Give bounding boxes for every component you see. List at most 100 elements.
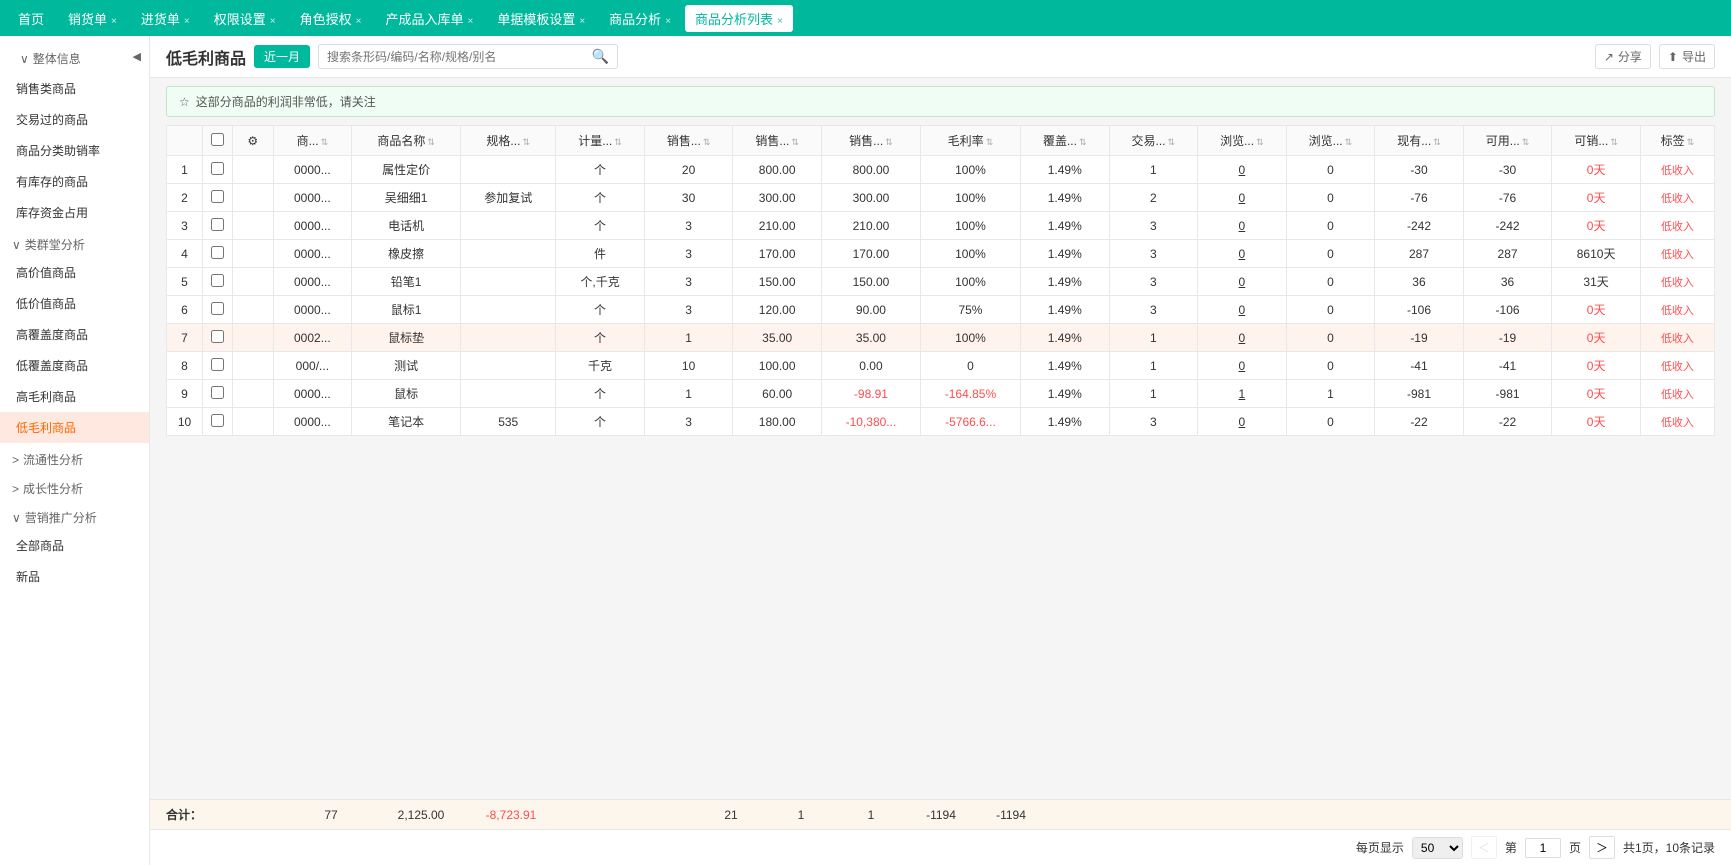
row-checkbox[interactable]	[211, 218, 224, 231]
prev-page-btn[interactable]: ＜	[1471, 836, 1497, 859]
sidebar-group-circulation[interactable]: > 流通性分析	[0, 443, 149, 472]
nav-product-analysis-list[interactable]: 商品分析列表×	[685, 5, 793, 32]
cell-check[interactable]	[203, 268, 233, 296]
cell-check[interactable]	[203, 156, 233, 184]
total-browse2: 1	[836, 808, 906, 822]
cell-browse1[interactable]: 0	[1198, 240, 1287, 268]
cell-browse1[interactable]: 0	[1198, 408, 1287, 436]
chevron-down-icon: ∨	[20, 52, 29, 66]
table-row: 4 0000... 橡皮擦 件 3 170.00 170.00 100% 1.4…	[167, 240, 1715, 268]
cell-current-stock: 287	[1375, 240, 1464, 268]
sidebar-item-low-value[interactable]: 低价值商品	[0, 288, 149, 319]
cell-check[interactable]	[203, 408, 233, 436]
th-settings[interactable]: ⚙	[233, 126, 274, 156]
th-gross-rate[interactable]: 毛利率⇅	[920, 126, 1020, 156]
sidebar-item-stock-capital[interactable]: 库存资金占用	[0, 197, 149, 228]
th-spec[interactable]: 规格...⇅	[461, 126, 556, 156]
sidebar-item-low-coverage[interactable]: 低覆盖度商品	[0, 350, 149, 381]
th-sales-qty[interactable]: 销售...⇅	[644, 126, 733, 156]
th-sales-price[interactable]: 销售...⇅	[733, 126, 822, 156]
page-size-select[interactable]: 50 100 200	[1412, 837, 1463, 859]
nav-purchase[interactable]: 进货单×	[131, 5, 200, 32]
cell-browse1[interactable]: 0	[1198, 156, 1287, 184]
next-page-btn[interactable]: ＞	[1589, 836, 1615, 859]
cell-check[interactable]	[203, 212, 233, 240]
page-number-input[interactable]	[1525, 838, 1561, 858]
sidebar-item-category-rate[interactable]: 商品分类助销率	[0, 135, 149, 166]
th-saleable-stock[interactable]: 可销...⇅	[1552, 126, 1641, 156]
row-checkbox[interactable]	[211, 414, 224, 427]
export-btn[interactable]: ⬆ 导出	[1659, 44, 1715, 69]
cell-tag: 低收入	[1640, 212, 1714, 240]
cell-browse1[interactable]: 0	[1198, 268, 1287, 296]
row-checkbox[interactable]	[211, 190, 224, 203]
sidebar-item-traded-products[interactable]: 交易过的商品	[0, 104, 149, 135]
row-checkbox[interactable]	[211, 246, 224, 259]
nav-close-purchase[interactable]: ×	[184, 16, 190, 27]
cell-browse1[interactable]: 0	[1198, 184, 1287, 212]
th-current-stock[interactable]: 现有...⇅	[1375, 126, 1464, 156]
sidebar-item-high-margin[interactable]: 高毛利商品	[0, 381, 149, 412]
cell-browse1[interactable]: 0	[1198, 212, 1287, 240]
nav-close-product-analysis-list[interactable]: ×	[777, 16, 783, 27]
th-unit[interactable]: 计量...⇅	[556, 126, 645, 156]
nav-role[interactable]: 角色授权×	[290, 5, 372, 32]
th-cover-rate[interactable]: 覆盖...⇅	[1020, 126, 1109, 156]
cell-check[interactable]	[203, 240, 233, 268]
th-browse2[interactable]: 浏览...⇅	[1286, 126, 1375, 156]
nav-template[interactable]: 单据模板设置×	[487, 5, 595, 32]
filter-btn[interactable]: 近一月	[254, 45, 310, 68]
sidebar-item-in-stock[interactable]: 有库存的商品	[0, 166, 149, 197]
row-checkbox[interactable]	[211, 162, 224, 175]
th-name[interactable]: 商品名称⇅	[352, 126, 461, 156]
nav-close-product-analysis[interactable]: ×	[665, 16, 671, 27]
row-checkbox[interactable]	[211, 358, 224, 371]
search-box[interactable]: 🔍	[318, 44, 618, 69]
select-all-checkbox[interactable]	[211, 133, 224, 146]
sidebar-item-high-coverage[interactable]: 高覆盖度商品	[0, 319, 149, 350]
sidebar-collapse-icon[interactable]: ◀	[133, 50, 141, 63]
cell-spec: 535	[461, 408, 556, 436]
nav-close-sales[interactable]: ×	[111, 16, 117, 27]
nav-close-template[interactable]: ×	[579, 16, 585, 27]
nav-home[interactable]: 首页	[8, 5, 54, 32]
row-checkbox[interactable]	[211, 330, 224, 343]
nav-product-entry[interactable]: 产成品入库单×	[375, 5, 483, 32]
sidebar-item-sales-products[interactable]: 销售类商品	[0, 73, 149, 104]
cell-browse1[interactable]: 1	[1198, 380, 1287, 408]
cell-browse1[interactable]: 0	[1198, 324, 1287, 352]
cell-browse1[interactable]: 0	[1198, 296, 1287, 324]
nav-close-permissions[interactable]: ×	[270, 16, 276, 27]
sidebar-item-all-products[interactable]: 全部商品	[0, 530, 149, 561]
th-browse1[interactable]: 浏览...⇅	[1198, 126, 1287, 156]
sidebar-group-growth[interactable]: > 成长性分析	[0, 472, 149, 501]
table-container[interactable]: ⚙ 商...⇅ 商品名称⇅ 规格...⇅ 计量...⇅ 销售...⇅ 销售...…	[150, 125, 1731, 799]
row-checkbox[interactable]	[211, 386, 224, 399]
share-btn[interactable]: ↗ 分享	[1595, 44, 1651, 69]
table-row: 1 0000... 属性定价 个 20 800.00 800.00 100% 1…	[167, 156, 1715, 184]
th-code[interactable]: 商...⇅	[273, 126, 352, 156]
row-checkbox[interactable]	[211, 302, 224, 315]
nav-close-product-entry[interactable]: ×	[467, 16, 473, 27]
nav-permissions[interactable]: 权限设置×	[204, 5, 286, 32]
cell-browse1[interactable]: 0	[1198, 352, 1287, 380]
sidebar-item-new-products[interactable]: 新品	[0, 561, 149, 592]
nav-sales[interactable]: 销货单×	[58, 5, 127, 32]
th-sales-profit[interactable]: 销售...⇅	[821, 126, 920, 156]
search-icon[interactable]: 🔍	[592, 48, 609, 65]
cell-check[interactable]	[203, 324, 233, 352]
th-trade-count[interactable]: 交易...⇅	[1109, 126, 1198, 156]
nav-close-role[interactable]: ×	[356, 16, 362, 27]
th-available-stock[interactable]: 可用...⇅	[1463, 126, 1552, 156]
th-tag[interactable]: 标签⇅	[1640, 126, 1714, 156]
row-checkbox[interactable]	[211, 274, 224, 287]
nav-product-analysis[interactable]: 商品分析×	[599, 5, 681, 32]
cell-browse2: 0	[1286, 408, 1375, 436]
cell-check[interactable]	[203, 352, 233, 380]
sidebar-item-low-margin[interactable]: 低毛利商品	[0, 412, 149, 443]
cell-check[interactable]	[203, 296, 233, 324]
search-input[interactable]	[327, 50, 588, 64]
sidebar-item-high-value[interactable]: 高价值商品	[0, 257, 149, 288]
cell-check[interactable]	[203, 380, 233, 408]
cell-check[interactable]	[203, 184, 233, 212]
